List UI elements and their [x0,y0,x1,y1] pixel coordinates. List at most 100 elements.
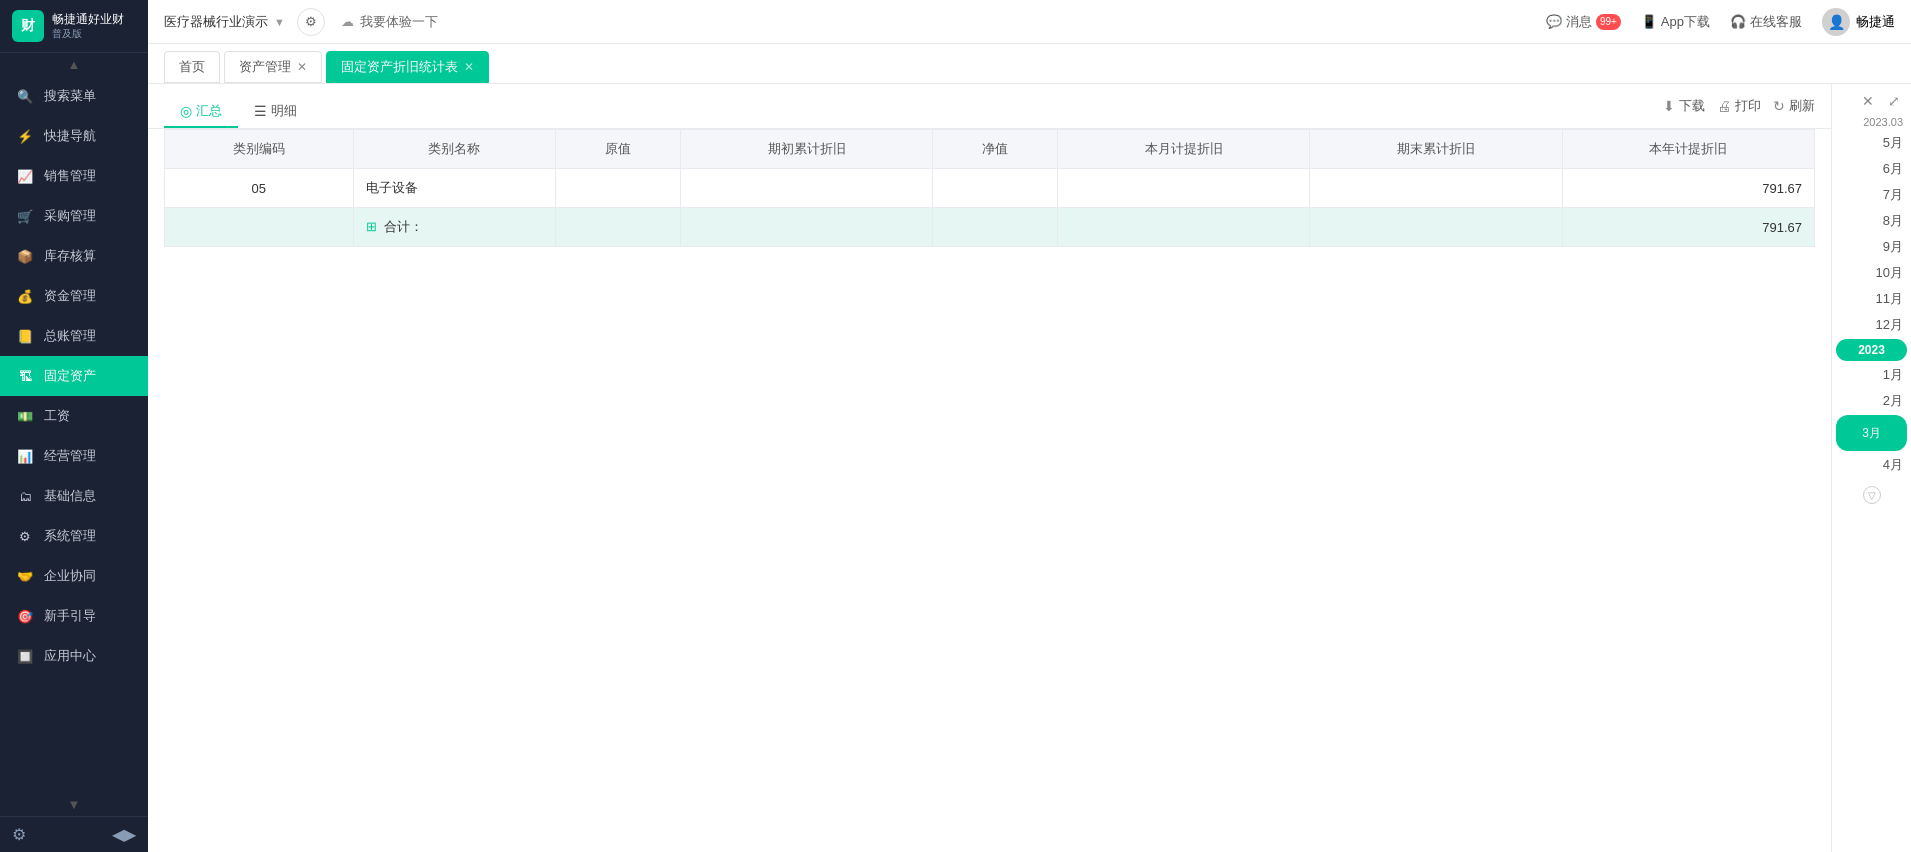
sidebar-item-ledger[interactable]: 📒 总账管理 [0,316,148,356]
collapse-icon[interactable]: ◀▶ [112,825,136,844]
sidebar-item-sys-mgmt[interactable]: ⚙ 系统管理 [0,516,148,556]
date-year-2023[interactable]: 2023 [1836,339,1907,361]
date-month-6[interactable]: 6月 [1832,156,1911,182]
sidebar-item-payroll[interactable]: 💵 工资 [0,396,148,436]
sidebar-item-search[interactable]: 🔍 搜索菜单 [0,76,148,116]
total-net [933,208,1058,247]
sidebar-label-payroll: 工资 [44,407,70,425]
user-label: 畅捷通 [1856,13,1895,31]
refresh-label: 刷新 [1789,97,1815,115]
sub-tab-detail[interactable]: ☰ 明细 [238,96,313,128]
tab-home[interactable]: 首页 [164,51,220,83]
refresh-icon: ↻ [1773,98,1785,114]
col-original: 原值 [555,130,680,169]
date-month-2[interactable]: 2月 [1832,388,1911,414]
logo-sub: 普及版 [52,27,124,41]
date-month-1[interactable]: 1月 [1832,362,1911,388]
total-initial-accum [680,208,932,247]
sidebar-item-enterprise[interactable]: 🤝 企业协同 [0,556,148,596]
settings-icon[interactable]: ⚙ [12,825,26,844]
total-ending-accum [1310,208,1562,247]
total-icon: ⊞ [366,219,377,234]
cell-monthly-depr [1058,169,1310,208]
tab-asset-mgmt-close[interactable]: ✕ [297,60,307,74]
print-icon: 🖨 [1717,98,1731,114]
fixed-assets-icon: 🏗 [16,367,34,385]
date-month-11[interactable]: 11月 [1832,286,1911,312]
sidebar-item-app-center[interactable]: 🔲 应用中心 [0,636,148,676]
date-month-12[interactable]: 12月 [1832,312,1911,338]
table-total-row: ⊞ 合计： 791.67 [165,208,1815,247]
date-month-3-active[interactable]: 3月 [1836,415,1907,451]
sidebar-item-inventory[interactable]: 📦 库存核算 [0,236,148,276]
payroll-icon: 💵 [16,407,34,425]
tab-asset-mgmt[interactable]: 资产管理 ✕ [224,51,322,83]
print-button[interactable]: 🖨 打印 [1717,97,1761,115]
cell-net [933,169,1058,208]
total-label-text: 合计： [384,219,423,234]
tab-fixed-asset-report-close[interactable]: ✕ [464,60,474,74]
depreciation-table: 类别编码 类别名称 原值 期初累计折旧 净值 本月计提折旧 期末累计折旧 本年计… [164,129,1815,247]
date-year-label: 2023.03 [1832,114,1911,130]
messages-button[interactable]: 💬 消息 99+ [1546,13,1621,31]
date-month-7[interactable]: 7月 [1832,182,1911,208]
sidebar-footer: ⚙ ◀▶ [0,816,148,852]
customer-service-label: 在线客服 [1750,13,1802,31]
tab-fixed-asset-report[interactable]: 固定资产折旧统计表 ✕ [326,51,489,83]
app-download-icon: 📱 [1641,14,1657,29]
table-container: 类别编码 类别名称 原值 期初累计折旧 净值 本月计提折旧 期末累计折旧 本年计… [148,129,1831,852]
col-initial-accum: 期初累计折旧 [680,130,932,169]
sidebar-item-fixed-assets[interactable]: 🏗 固定资产 [0,356,148,396]
right-panel-expand-icon[interactable]: ⤢ [1883,90,1905,112]
sales-icon: 📈 [16,167,34,185]
date-month-9[interactable]: 9月 [1832,234,1911,260]
total-annual-depr: 791.67 [1562,208,1814,247]
search-icon: 🔍 [16,87,34,105]
sidebar-scroll-down[interactable]: ▼ [0,793,148,816]
sidebar-label-purchase: 采购管理 [44,207,96,225]
sidebar-item-quick-nav[interactable]: ⚡ 快捷导航 [0,116,148,156]
user-menu[interactable]: 👤 畅捷通 [1822,8,1895,36]
right-panel-close-icon[interactable]: ✕ [1857,90,1879,112]
download-button[interactable]: ⬇ 下载 [1663,97,1705,115]
sidebar-item-finance[interactable]: 💰 资金管理 [0,276,148,316]
date-month-4[interactable]: 4月 [1832,452,1911,478]
cloud-icon: ☁ [341,14,354,29]
cell-ending-accum [1310,169,1562,208]
settings-button[interactable]: ⚙ [297,8,325,36]
sidebar-label-app-center: 应用中心 [44,647,96,665]
purchase-icon: 🛒 [16,207,34,225]
col-code: 类别编码 [165,130,354,169]
date-month-10[interactable]: 10月 [1832,260,1911,286]
cell-annual-depr: 791.67 [1562,169,1814,208]
table-row: 05 电子设备 791.67 [165,169,1815,208]
sub-tab-summary[interactable]: ◎ 汇总 [164,96,238,128]
total-empty [165,208,354,247]
experience-button[interactable]: ☁ 我要体验一下 [341,13,438,31]
summary-icon: ◎ [180,103,192,119]
customer-service-button[interactable]: 🎧 在线客服 [1730,13,1802,31]
date-month-5[interactable]: 5月 [1832,130,1911,156]
cell-code: 05 [165,169,354,208]
app-download-button[interactable]: 📱 App下载 [1641,13,1710,31]
sidebar-scroll-up[interactable]: ▲ [0,53,148,76]
sidebar-item-purchase[interactable]: 🛒 采购管理 [0,196,148,236]
company-dropdown-arrow: ▼ [274,16,285,28]
download-label: 下载 [1679,97,1705,115]
sidebar-label-guide: 新手引导 [44,607,96,625]
sidebar-item-sales[interactable]: 📈 销售管理 [0,156,148,196]
date-month-3-circle: 3月 [1858,419,1886,447]
enterprise-icon: 🤝 [16,567,34,585]
tab-home-label: 首页 [179,58,205,76]
sub-tab-summary-label: 汇总 [196,102,222,120]
detail-icon: ☰ [254,103,267,119]
company-selector[interactable]: 医疗器械行业演示 ▼ [164,13,285,31]
sidebar-item-operations[interactable]: 📊 经营管理 [0,436,148,476]
sidebar-item-base-info[interactable]: 🗂 基础信息 [0,476,148,516]
total-monthly-depr [1058,208,1310,247]
app-center-icon: 🔲 [16,647,34,665]
date-month-8[interactable]: 8月 [1832,208,1911,234]
sidebar-item-guide[interactable]: 🎯 新手引导 [0,596,148,636]
refresh-button[interactable]: ↻ 刷新 [1773,97,1815,115]
app-download-label: App下载 [1661,13,1710,31]
